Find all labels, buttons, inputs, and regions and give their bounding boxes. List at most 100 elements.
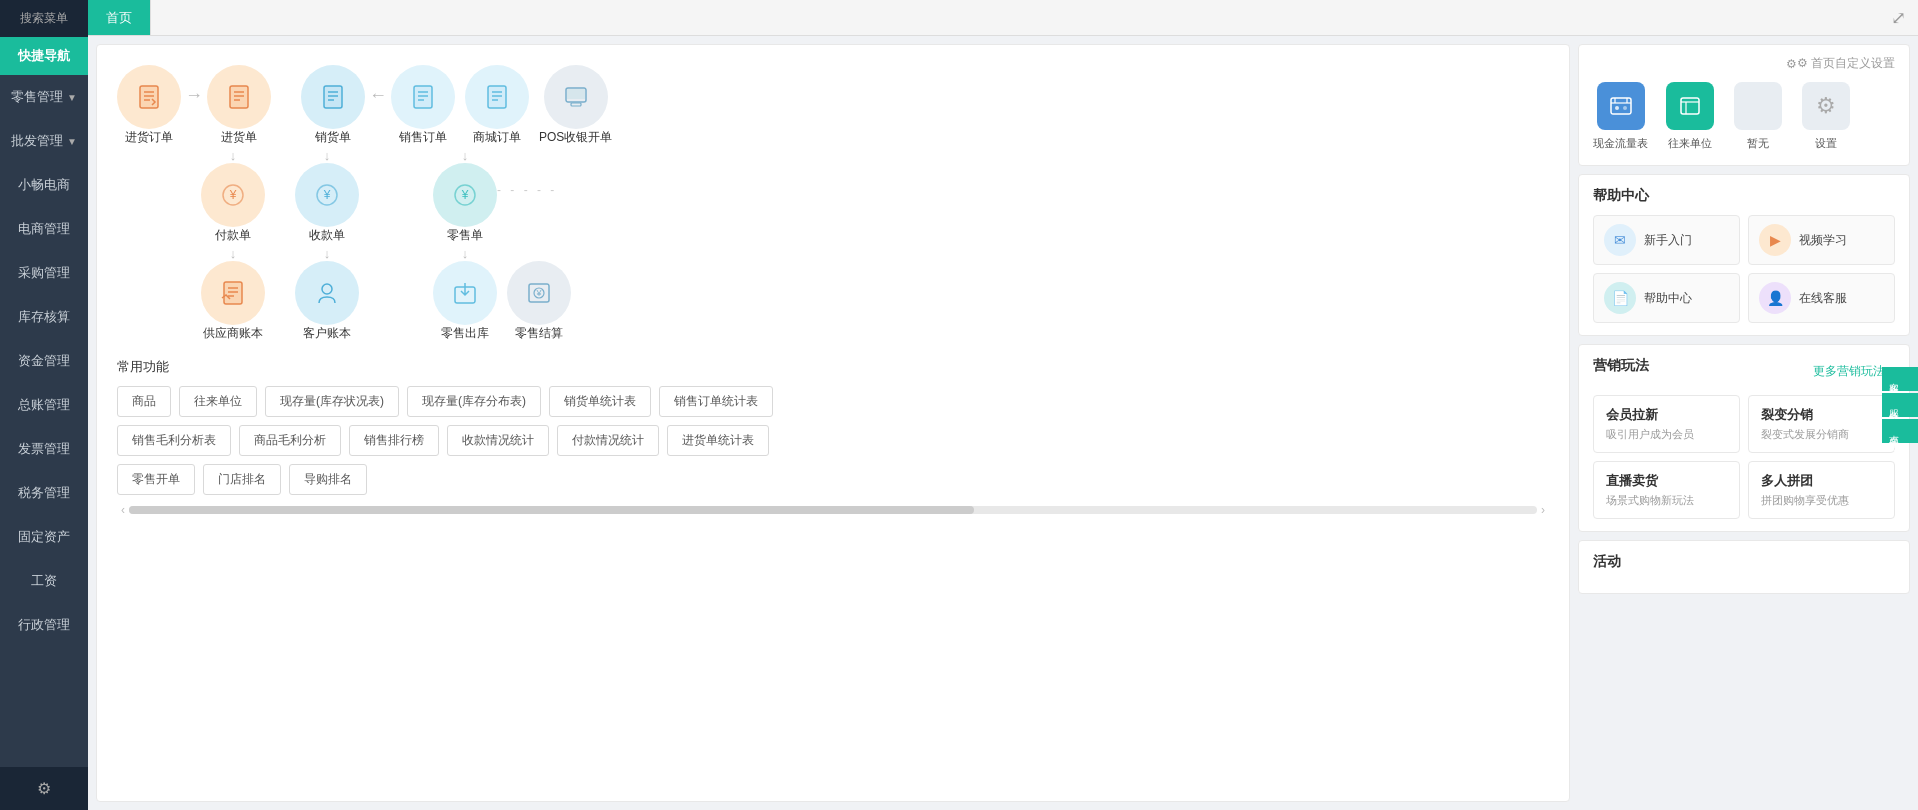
node-sales-bill[interactable]: 销货单 xyxy=(301,65,365,146)
help-item-video[interactable]: ▶ 视频学习 xyxy=(1748,215,1895,265)
svg-text:¥: ¥ xyxy=(461,188,469,202)
sidebar-item-assets[interactable]: 固定资产 xyxy=(0,515,88,559)
sidebar-item-finance[interactable]: 资金管理 xyxy=(0,339,88,383)
sidebar-item-xiaochangec[interactable]: 小畅电商 xyxy=(0,163,88,207)
func-btn-payment-stats[interactable]: 付款情况统计 xyxy=(557,425,659,456)
svg-text:¥: ¥ xyxy=(229,188,237,202)
func-btn-goods-gross[interactable]: 商品毛利分析 xyxy=(239,425,341,456)
sidebar-item-label: 资金管理 xyxy=(18,352,70,370)
purchase-order-label: 进货订单 xyxy=(125,129,173,146)
sidebar-item-payroll[interactable]: 工资 xyxy=(0,559,88,603)
svg-text:¥: ¥ xyxy=(535,288,542,298)
func-btn-stock-status[interactable]: 现存量(库存状况表) xyxy=(265,386,399,417)
sidebar-settings-button[interactable]: ⚙ xyxy=(0,767,88,810)
func-btn-sales-stats[interactable]: 销货单统计表 xyxy=(549,386,651,417)
node-pos[interactable]: POS收银开单 xyxy=(539,65,612,146)
sidebar-item-ecommerce[interactable]: 电商管理 xyxy=(0,207,88,251)
mc-group-sub: 拼团购物享受优惠 xyxy=(1761,493,1882,508)
quick-icon-settings[interactable]: ⚙ 设置 xyxy=(1800,82,1852,151)
chevron-down-icon: ▼ xyxy=(67,136,77,147)
node-purchase-bill[interactable]: 进货单 xyxy=(207,65,271,146)
marketing-card-group[interactable]: 多人拼团 拼团购物享受优惠 xyxy=(1748,461,1895,519)
chevron-down-icon: ▼ xyxy=(67,92,77,103)
left-panel: 进货订单 → xyxy=(96,44,1570,802)
node-retail-order[interactable]: ¥ 零售单 xyxy=(433,163,497,244)
pos-label: POS收银开单 xyxy=(539,129,612,146)
main-area: 首页 ⤢ xyxy=(88,0,1918,810)
common-functions: 常用功能 商品 往来单位 现存量(库存状况表) 现存量(库存分布表) 销货单统计… xyxy=(117,358,1549,495)
arrow-2: ← xyxy=(365,85,391,106)
supplier-label: 供应商账本 xyxy=(203,325,263,342)
node-mall-order[interactable]: 商城订单 xyxy=(465,65,529,146)
svg-point-49 xyxy=(1623,106,1627,110)
func-btn-receipt-stats[interactable]: 收款情况统计 xyxy=(447,425,549,456)
tab-home[interactable]: 首页 xyxy=(88,0,151,35)
common-func-title: 常用功能 xyxy=(117,358,1549,376)
func-btn-partners[interactable]: 往来单位 xyxy=(179,386,257,417)
func-btn-sales-gross[interactable]: 销售毛利分析表 xyxy=(117,425,231,456)
func-btn-sales-rank[interactable]: 销售排行榜 xyxy=(349,425,439,456)
sidebar-item-wholesale[interactable]: 批发管理 ▼ xyxy=(0,119,88,163)
retail-order-icon: ¥ xyxy=(433,163,497,227)
sidebar-item-label: 总账管理 xyxy=(18,396,70,414)
retail-out-icon xyxy=(433,261,497,325)
quick-nav-section: ⚙ ⚙ 首页自定义设置 xyxy=(1578,44,1910,166)
func-btn-retail-order[interactable]: 零售开单 xyxy=(117,464,195,495)
svg-rect-44 xyxy=(1611,98,1631,114)
sidebar-item-retail[interactable]: 零售管理 ▼ xyxy=(0,75,88,119)
node-supplier-account[interactable]: 供应商账本 xyxy=(201,261,265,342)
svg-rect-27 xyxy=(571,103,581,106)
help-item-helpcenter[interactable]: 📄 帮助中心 xyxy=(1593,273,1740,323)
quick-icon-partners[interactable]: 往来单位 xyxy=(1664,82,1716,151)
quick-icon-cashflow[interactable]: 现金流量表 xyxy=(1593,82,1648,151)
float-btn-service[interactable]: 客服热线 xyxy=(1882,367,1918,391)
sidebar-item-tax[interactable]: 税务管理 xyxy=(0,471,88,515)
sidebar-item-label: 发票管理 xyxy=(18,440,70,458)
scroll-left-arrow[interactable]: ‹ xyxy=(121,503,125,517)
func-btn-goods[interactable]: 商品 xyxy=(117,386,171,417)
help-item-beginner[interactable]: ✉ 新手入门 xyxy=(1593,215,1740,265)
help-item-service[interactable]: 👤 在线客服 xyxy=(1748,273,1895,323)
sidebar-item-admin[interactable]: 行政管理 xyxy=(0,603,88,647)
sidebar-item-ledger[interactable]: 总账管理 xyxy=(0,383,88,427)
expand-icon[interactable]: ⤢ xyxy=(1891,7,1918,29)
func-btn-store-rank[interactable]: 门店排名 xyxy=(203,464,281,495)
func-btn-order-stats[interactable]: 销售订单统计表 xyxy=(659,386,773,417)
quick-icon-none[interactable]: 暂无 xyxy=(1732,82,1784,151)
purchase-order-icon xyxy=(117,65,181,129)
marketing-card-member[interactable]: 会员拉新 吸引用户成为会员 xyxy=(1593,395,1740,453)
func-btn-stock-dist[interactable]: 现存量(库存分布表) xyxy=(407,386,541,417)
node-payment[interactable]: ¥ 付款单 xyxy=(201,163,265,244)
func-btn-guide-rank[interactable]: 导购排名 xyxy=(289,464,367,495)
mc-live-sub: 场景式购物新玩法 xyxy=(1606,493,1727,508)
arrow-down-payment: ↓ xyxy=(201,246,265,261)
func-btn-purchase-stats[interactable]: 进货单统计表 xyxy=(667,425,769,456)
scroll-right-arrow[interactable]: › xyxy=(1541,503,1545,517)
arrow-down-mall: ↓ xyxy=(433,148,497,163)
float-btn-desktop[interactable]: 桌面快捷 xyxy=(1882,419,1918,443)
node-sales-order[interactable]: 销售订单 xyxy=(391,65,455,146)
node-purchase-order[interactable]: 进货订单 xyxy=(117,65,181,146)
retail-settle-icon: ¥ xyxy=(507,261,571,325)
node-retail-out[interactable]: 零售出库 xyxy=(433,261,497,342)
sidebar-search[interactable]: 搜索菜单 xyxy=(0,0,88,37)
mc-member-sub: 吸引用户成为会员 xyxy=(1606,427,1727,442)
node-retail-settle[interactable]: ¥ 零售结算 xyxy=(507,261,571,342)
sidebar-item-purchase[interactable]: 采购管理 xyxy=(0,251,88,295)
quick-nav-setting-label[interactable]: ⚙ 首页自定义设置 xyxy=(1797,55,1895,72)
node-receipt[interactable]: ¥ 收款单 xyxy=(295,163,359,244)
sidebar-item-inventory[interactable]: 库存核算 xyxy=(0,295,88,339)
sidebar-item-invoice[interactable]: 发票管理 xyxy=(0,427,88,471)
marketing-card-fission[interactable]: 裂变分销 裂变式发展分销商 xyxy=(1748,395,1895,453)
mc-fission-title: 裂变分销 xyxy=(1761,406,1882,424)
svg-rect-10 xyxy=(324,86,342,108)
node-customer-account[interactable]: 客户账本 xyxy=(295,261,359,342)
float-btn-community[interactable]: 服务社区 xyxy=(1882,393,1918,417)
arrow-down-purchase: ↓ xyxy=(201,148,265,163)
func-row-3: 零售开单 门店排名 导购排名 xyxy=(117,464,1549,495)
tab-bar: 首页 ⤢ xyxy=(88,0,1918,36)
marketing-section: 营销玩法 更多营销玩法 > 会员拉新 吸引用户成为会员 裂变分销 裂变式发展分销… xyxy=(1578,344,1910,532)
marketing-card-live[interactable]: 直播卖货 场景式购物新玩法 xyxy=(1593,461,1740,519)
sidebar-item-label: 采购管理 xyxy=(18,264,70,282)
svg-rect-50 xyxy=(1681,98,1699,114)
